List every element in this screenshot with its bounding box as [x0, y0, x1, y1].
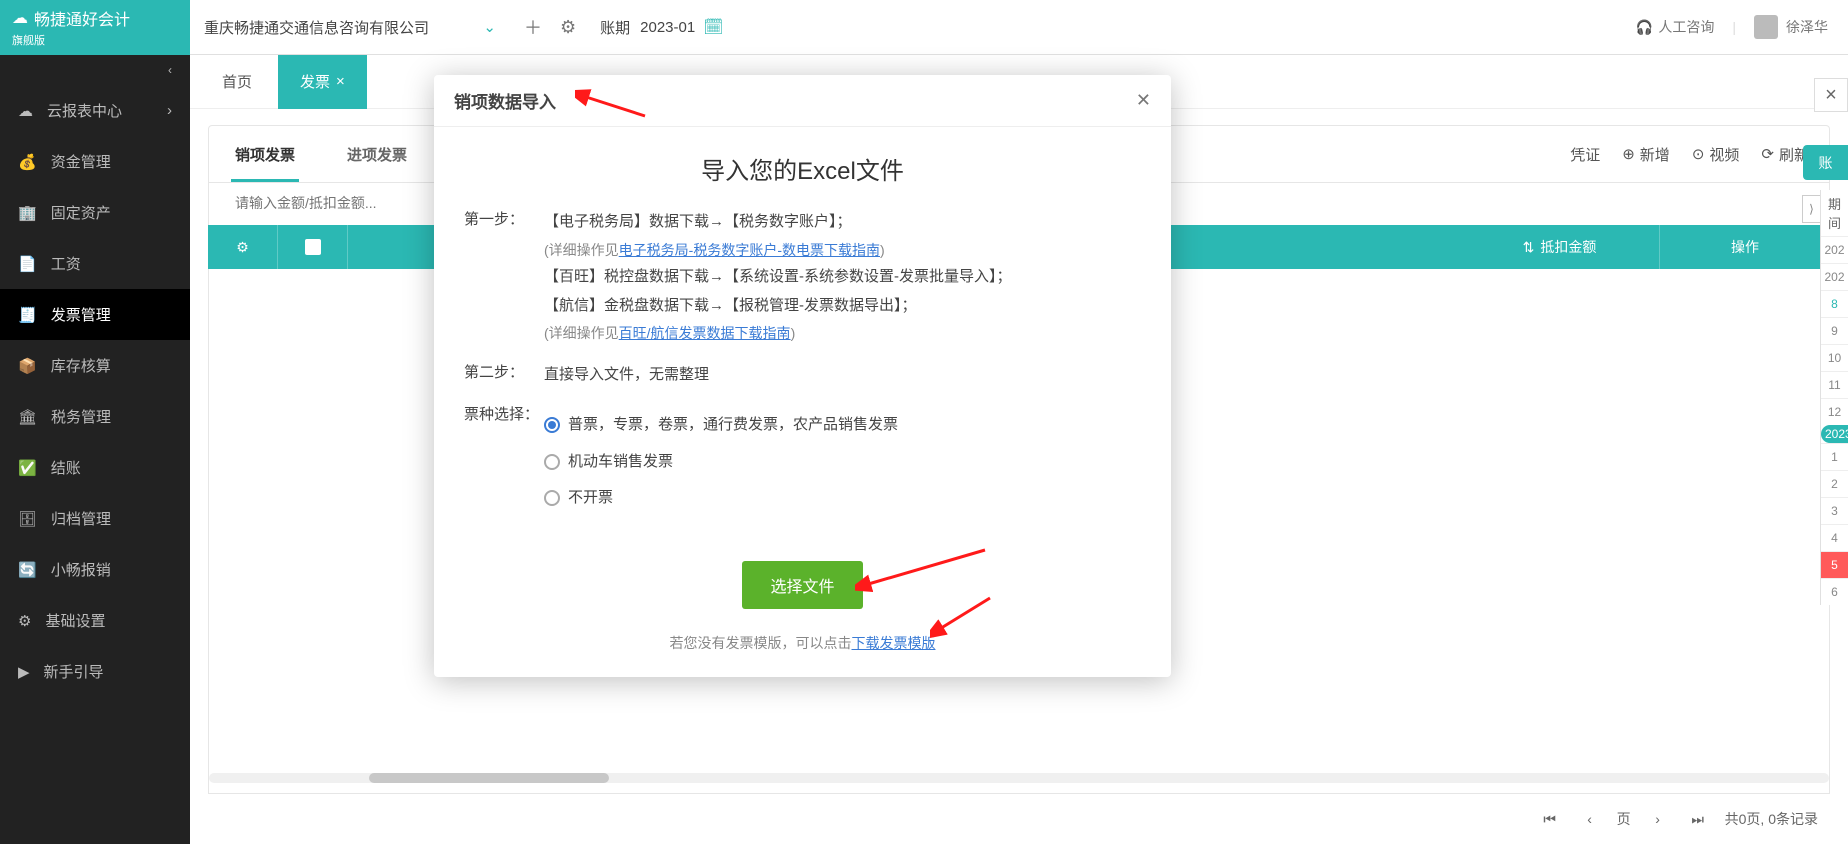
- template-hint-text: 若您没有发票模版，可以点击: [670, 635, 852, 651]
- radio-icon: [544, 417, 560, 433]
- radio-general-invoice[interactable]: 普票，专票，卷票，通行费发票，农产品销售发票: [544, 411, 1141, 440]
- step1-text3: 【航信】金税盘数据下载→【报税管理-发票数据导出】；: [544, 292, 1141, 321]
- etax-guide-link[interactable]: 电子税务局-税务数字账户-数电票下载指南: [619, 242, 880, 258]
- choose-file-button[interactable]: 选择文件: [742, 561, 862, 609]
- modal-heading: 导入您的Excel文件: [464, 151, 1141, 186]
- type-label: 票种选择：: [464, 403, 544, 521]
- bw-hx-guide-link[interactable]: 百旺/航信发票数据下载指南: [619, 325, 791, 341]
- modal-close-button[interactable]: ✕: [1136, 90, 1151, 111]
- modal-title: 销项数据导入: [454, 88, 556, 113]
- radio-no-invoice[interactable]: 不开票: [544, 484, 1141, 513]
- step1-text1: 【电子税务局】数据下载→【税务数字账户】；: [544, 208, 1141, 237]
- step2-label: 第二步：: [464, 361, 544, 390]
- step1-label: 第一步：: [464, 208, 544, 347]
- radio-vehicle-invoice[interactable]: 机动车销售发票: [544, 448, 1141, 477]
- step1-text2: 【百旺】税控盘数据下载→【系统设置-系统参数设置-发票批量导入】；: [544, 263, 1141, 292]
- import-modal: 销项数据导入 ✕ 导入您的Excel文件 第一步： 【电子税务局】数据下载→【税…: [434, 75, 1171, 677]
- step2-text: 直接导入文件，无需整理: [544, 361, 1141, 390]
- radio-icon: [544, 490, 560, 506]
- radio-icon: [544, 454, 560, 470]
- download-template-link[interactable]: 下载发票模版: [852, 635, 936, 651]
